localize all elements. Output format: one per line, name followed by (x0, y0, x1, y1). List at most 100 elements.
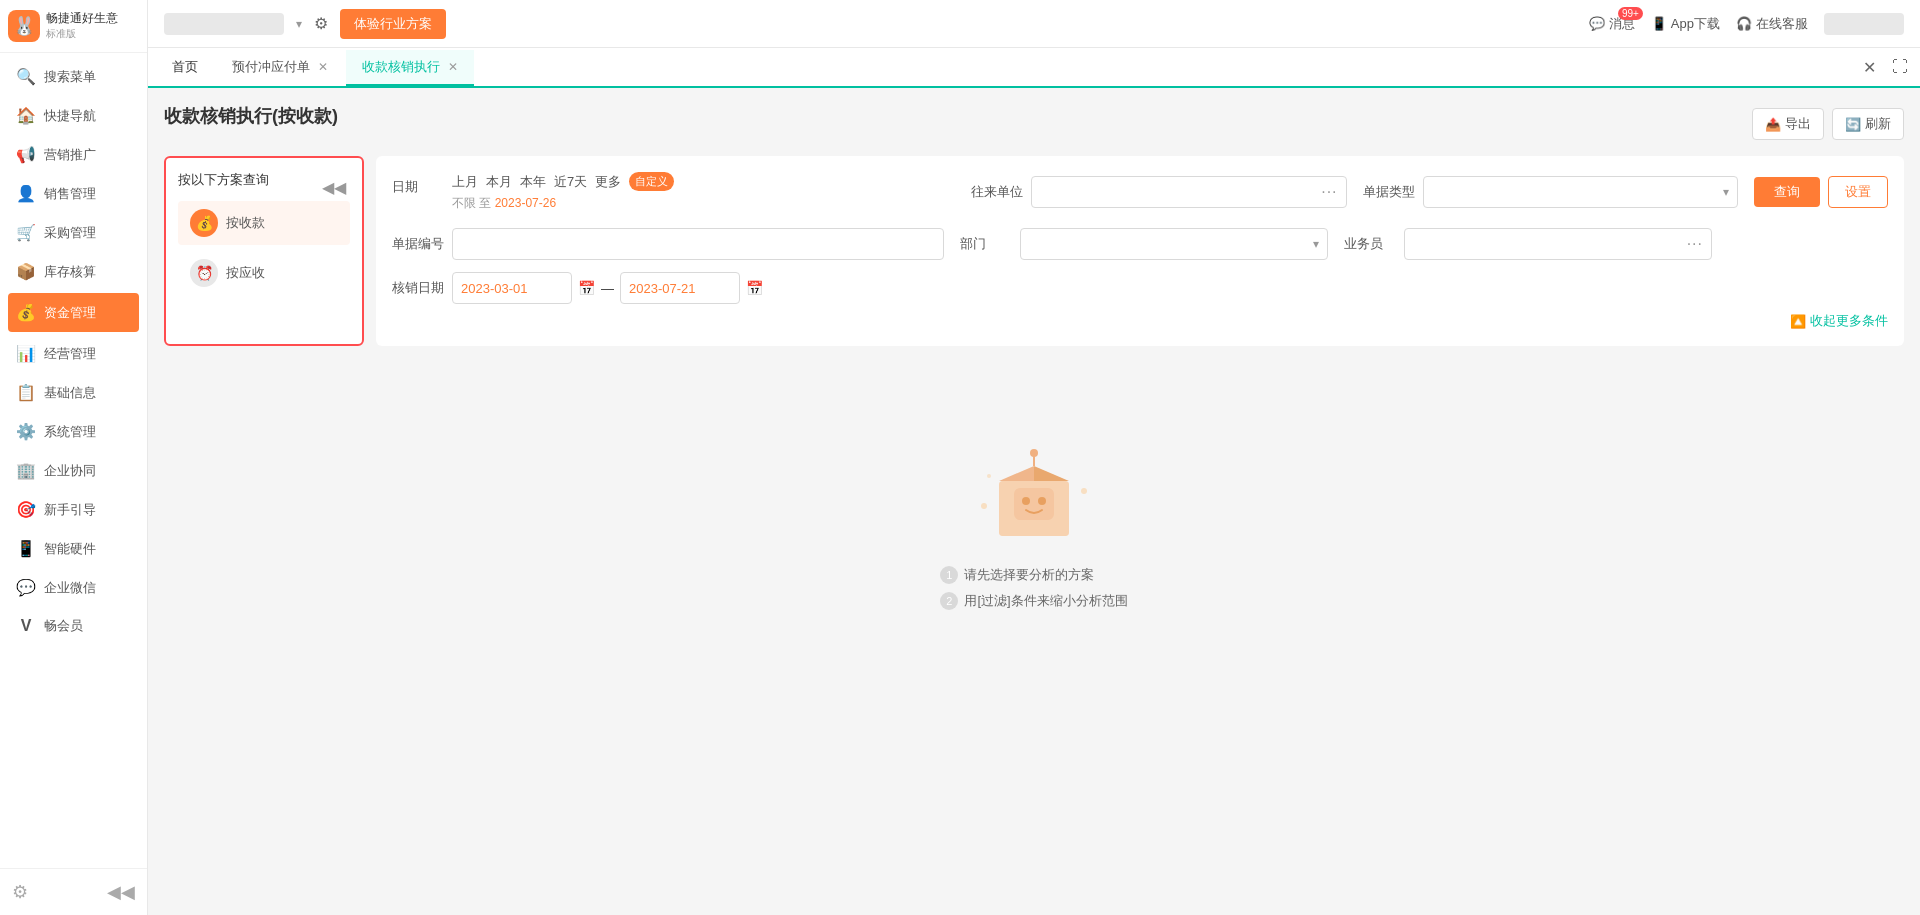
query-button[interactable]: 查询 (1754, 177, 1820, 207)
collapse-arrow-icon: 🔼 (1790, 314, 1806, 329)
verify-date-start-cal-icon[interactable]: 📅 (578, 280, 595, 296)
refresh-label: 刷新 (1865, 115, 1891, 133)
header-gear-icon[interactable]: ⚙ (314, 14, 328, 33)
date-more-btn[interactable]: 更多 (595, 173, 621, 191)
header-chevron-icon[interactable]: ▾ (296, 17, 302, 31)
sidebar-item-marketing[interactable]: 📢 营销推广 (0, 135, 147, 174)
filter-row-1: 日期 上月 本月 本年 近7天 更多 自定义 (392, 172, 1888, 212)
date-last-month-btn[interactable]: 上月 (452, 173, 478, 191)
date-this-month-btn[interactable]: 本月 (486, 173, 512, 191)
sidebar-item-enterprise[interactable]: 🏢 企业协同 (0, 451, 147, 490)
sales-icon: 👤 (16, 184, 36, 203)
empty-hint-1: 1 请先选择要分析的方案 (940, 562, 1127, 588)
partner-filter-field: 往来单位 ··· (971, 176, 1346, 208)
filter-right-panel: 日期 上月 本月 本年 近7天 更多 自定义 (376, 156, 1904, 346)
sidebar-label-system: 系统管理 (44, 423, 96, 441)
tab-prepay[interactable]: 预付冲应付单 ✕ (216, 50, 344, 86)
sidebar-item-inventory[interactable]: 📦 库存核算 (0, 252, 147, 291)
date-custom-badge[interactable]: 自定义 (629, 172, 674, 191)
collapse-filter-button[interactable]: ◀◀ (318, 174, 350, 201)
sidebar-item-search[interactable]: 🔍 搜索菜单 (0, 57, 147, 96)
purchase-icon: 🛒 (16, 223, 36, 242)
tab-home[interactable]: 首页 (156, 50, 214, 86)
page-title-row: 收款核销执行(按收款) 📤 导出 🔄 刷新 (164, 104, 1904, 144)
step-2-num: 2 (940, 592, 958, 610)
tab-close-all-icon[interactable]: ✕ (1859, 54, 1880, 81)
date-to-sep: 至 (479, 196, 494, 210)
voucher-type-select[interactable]: ▾ (1423, 176, 1738, 208)
message-button[interactable]: 💬 消息 99+ (1589, 15, 1635, 33)
staff-field: 业务员 ··· (1344, 228, 1712, 260)
by-receipt-label: 按收款 (226, 214, 265, 232)
verify-date-end-cal-icon[interactable]: 📅 (746, 280, 763, 296)
date-this-year-btn[interactable]: 本年 (520, 173, 546, 191)
tab-expand-icon[interactable]: ⛶ (1888, 54, 1912, 80)
tab-prepay-label: 预付冲应付单 (232, 58, 310, 76)
sidebar-menu: 🔍 搜索菜单 🏠 快捷导航 📢 营销推广 👤 销售管理 🛒 采购管理 📦 库存核… (0, 53, 147, 868)
filter-row-3: 核销日期 📅 — 📅 (392, 272, 1888, 304)
top-header: ▾ ⚙ 体验行业方案 💬 消息 99+ 📱 App下载 🎧 在线客服 (148, 0, 1920, 48)
service-icon: 🎧 (1736, 16, 1752, 31)
filter-option-by-receivable[interactable]: ⏰ 按应收 (178, 251, 350, 295)
voucher-type-label: 单据类型 (1363, 183, 1415, 201)
verify-date-field: 核销日期 📅 — 📅 (392, 272, 763, 304)
empty-text: 1 请先选择要分析的方案 2 用[过滤]条件来缩小分析范围 (940, 562, 1127, 614)
page-inner: 收款核销执行(按收款) 📤 导出 🔄 刷新 按以 (148, 88, 1920, 915)
sidebar-item-purchase[interactable]: 🛒 采购管理 (0, 213, 147, 252)
partner-select[interactable]: ··· (1031, 176, 1346, 208)
by-receipt-icon: 💰 (190, 209, 218, 237)
tab-prepay-close[interactable]: ✕ (318, 60, 328, 74)
sidebar-item-hardware[interactable]: 📱 智能硬件 (0, 529, 147, 568)
app-logo: 🐰 畅捷通好生意 标准版 (0, 0, 147, 53)
app-download-button[interactable]: 📱 App下载 (1651, 15, 1720, 33)
sidebar-item-system[interactable]: ⚙️ 系统管理 (0, 412, 147, 451)
filter-option-by-receipt[interactable]: 💰 按收款 (178, 201, 350, 245)
settings-icon[interactable]: ⚙ (8, 877, 32, 907)
header-username-blur (164, 13, 284, 35)
voucher-type-filter-field: 单据类型 ▾ (1363, 176, 1738, 208)
app-edition: 标准版 (46, 27, 118, 41)
message-badge: 99+ (1618, 7, 1643, 20)
verify-date-end-input[interactable] (620, 272, 740, 304)
voucher-no-input[interactable] (452, 228, 944, 260)
online-service-button[interactable]: 🎧 在线客服 (1736, 15, 1808, 33)
collapse-more-button[interactable]: 🔼 收起更多条件 (1790, 312, 1888, 330)
sidebar-item-sales[interactable]: 👤 销售管理 (0, 174, 147, 213)
no-limit-label: 不限 (452, 196, 476, 210)
sidebar-item-guide[interactable]: 🎯 新手引导 (0, 490, 147, 529)
date-no-limit-text: 不限 至 2023-07-26 (452, 195, 674, 212)
tab-collection-close[interactable]: ✕ (448, 60, 458, 74)
marketing-icon: 📢 (16, 145, 36, 164)
sidebar-label-enterprise: 企业协同 (44, 462, 96, 480)
filter-left-panel: 按以下方案查询 ◀◀ 💰 按收款 ⏰ 按应收 (164, 156, 364, 346)
sidebar-label-hardware: 智能硬件 (44, 540, 96, 558)
sidebar-label-sales: 销售管理 (44, 185, 96, 203)
sidebar-item-finance[interactable]: 💰 资金管理 (8, 293, 139, 332)
sidebar-item-wechat[interactable]: 💬 企业微信 (0, 568, 147, 607)
collapse-sidebar-icon[interactable]: ◀◀ (103, 877, 139, 907)
empty-state: 1 请先选择要分析的方案 2 用[过滤]条件来缩小分析范围 (164, 346, 1904, 694)
date-7days-btn[interactable]: 近7天 (554, 173, 587, 191)
sidebar-item-business[interactable]: 📊 经营管理 (0, 334, 147, 373)
settings-button[interactable]: 设置 (1828, 176, 1888, 208)
export-button[interactable]: 📤 导出 (1752, 108, 1824, 140)
staff-select[interactable]: ··· (1404, 228, 1712, 260)
tab-bar-end: ✕ ⛶ (1859, 54, 1912, 81)
solution-button[interactable]: 体验行业方案 (340, 9, 446, 39)
hardware-icon: 📱 (16, 539, 36, 558)
verify-date-start-input[interactable] (452, 272, 572, 304)
sidebar-item-quick-nav[interactable]: 🏠 快捷导航 (0, 96, 147, 135)
dept-select[interactable]: ▾ (1020, 228, 1328, 260)
tab-collection[interactable]: 收款核销执行 ✕ (346, 50, 474, 86)
refresh-button[interactable]: 🔄 刷新 (1832, 108, 1904, 140)
sidebar-bottom: ⚙ ◀◀ (0, 868, 147, 915)
voucher-no-label: 单据编号 (392, 235, 444, 253)
dept-label: 部门 (960, 235, 1012, 253)
svg-point-11 (987, 474, 991, 478)
system-icon: ⚙️ (16, 422, 36, 441)
logo-icon: 🐰 (8, 10, 40, 42)
sidebar-item-basic[interactable]: 📋 基础信息 (0, 373, 147, 412)
sidebar-label-business: 经营管理 (44, 345, 96, 363)
sidebar-item-member[interactable]: V 畅会员 (0, 607, 147, 645)
search-icon: 🔍 (16, 67, 36, 86)
